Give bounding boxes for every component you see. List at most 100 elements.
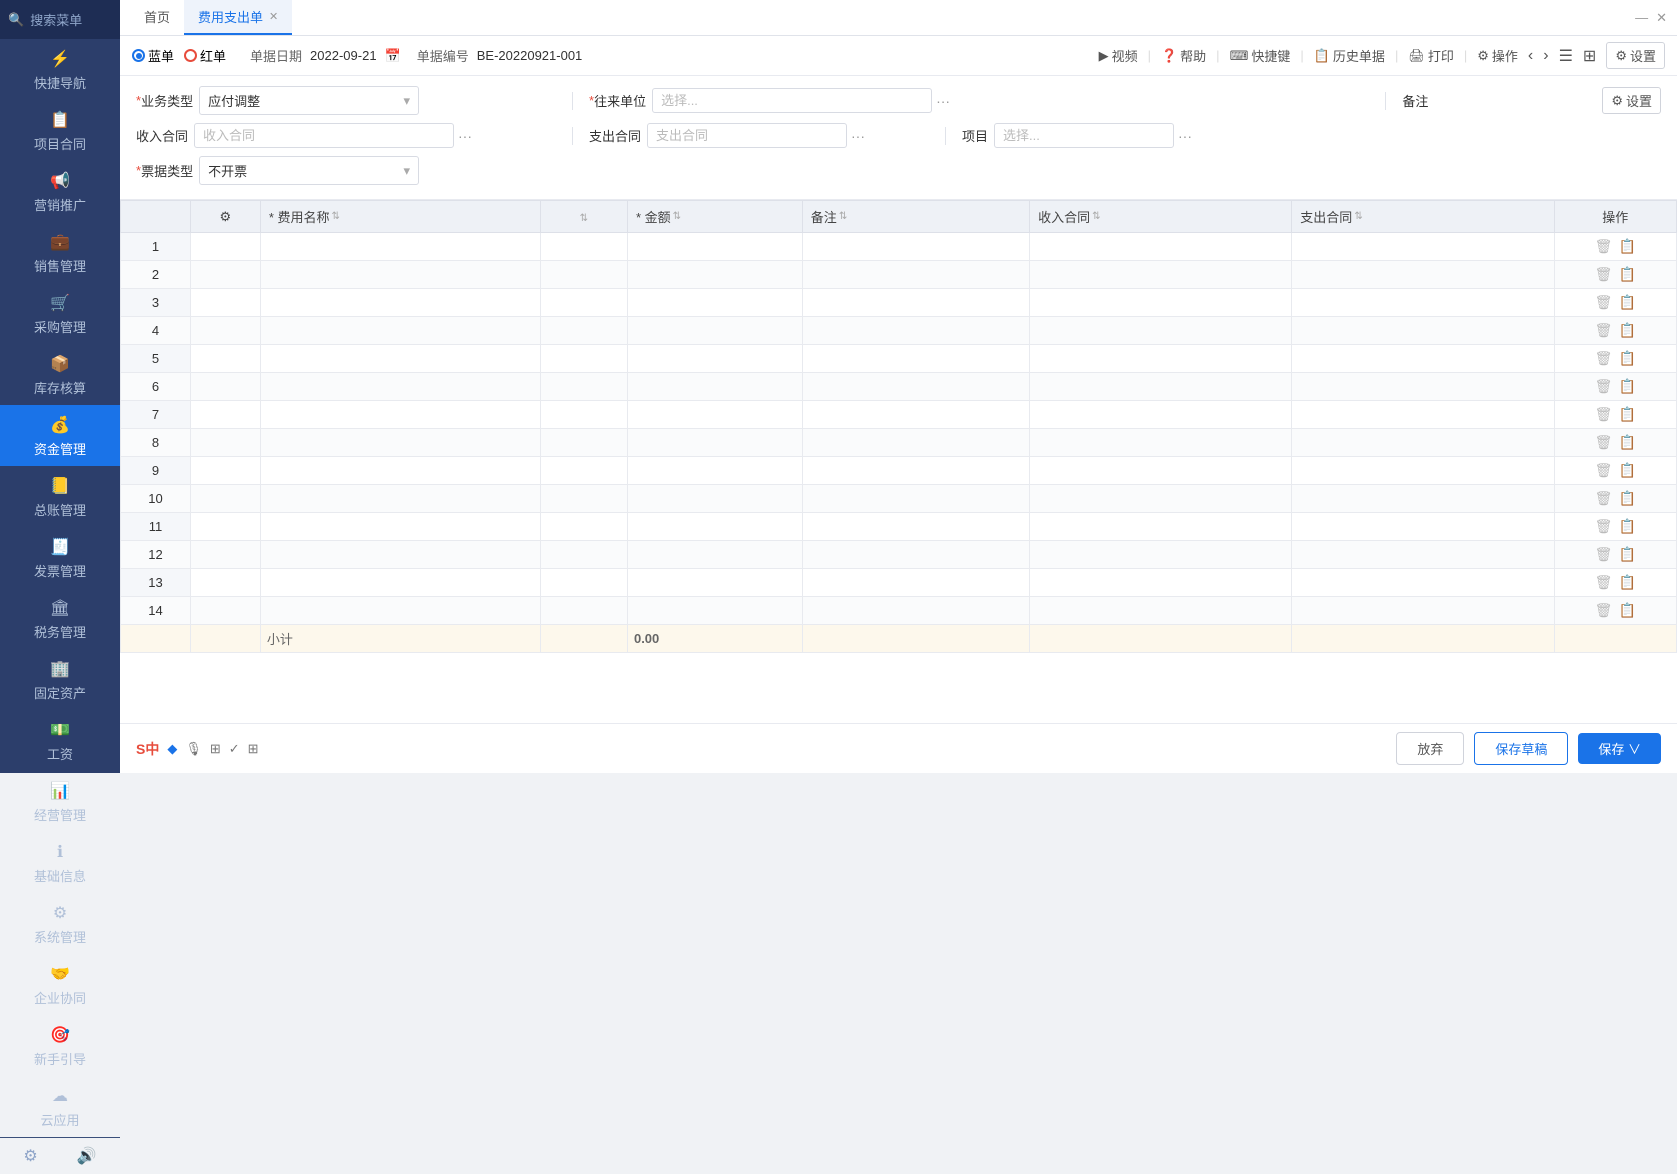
delete-icon[interactable]: 🗑 xyxy=(1595,378,1613,395)
sidebar-item-tax-mgmt[interactable]: 🏛 税务管理 xyxy=(0,588,120,649)
row-expense-contract[interactable] xyxy=(1292,429,1554,457)
sidebar-item-sales-mgmt[interactable]: 💼 销售管理 xyxy=(0,222,120,283)
sidebar-item-capital-mgmt[interactable]: 💰 资金管理 xyxy=(0,405,120,466)
copy-icon[interactable]: 📋 xyxy=(1618,406,1635,423)
set-button[interactable]: ⚙ 设置 xyxy=(1606,42,1665,69)
save-button[interactable]: 保存 ∨ xyxy=(1578,733,1661,764)
row-amount[interactable] xyxy=(627,289,802,317)
sort-col-icon[interactable]: ⇅ xyxy=(580,213,588,224)
row-remark[interactable] xyxy=(802,597,1029,625)
copy-icon[interactable]: 📋 xyxy=(1618,518,1635,535)
row-expense-contract[interactable] xyxy=(1292,457,1554,485)
row-expense-name[interactable] xyxy=(260,569,540,597)
discard-button[interactable]: 放弃 xyxy=(1396,732,1464,765)
date-value[interactable]: 2022-09-21 xyxy=(310,48,377,63)
sort-remark-icon[interactable]: ⇅ xyxy=(839,211,847,222)
row-amount[interactable] xyxy=(627,261,802,289)
th-setting[interactable]: ⚙ xyxy=(190,201,260,233)
delete-icon[interactable]: 🗑 xyxy=(1595,266,1613,283)
row-remark[interactable] xyxy=(802,233,1029,261)
copy-icon[interactable]: 📋 xyxy=(1618,350,1635,367)
tab-home[interactable]: 首页 xyxy=(130,0,184,35)
delete-icon[interactable]: 🗑 xyxy=(1595,602,1613,619)
delete-icon[interactable]: 🗑 xyxy=(1595,518,1613,535)
row-amount[interactable] xyxy=(627,345,802,373)
row-amount[interactable] xyxy=(627,541,802,569)
sidebar-item-inventory[interactable]: 📦 库存核算 xyxy=(0,344,120,405)
delete-icon[interactable]: 🗑 xyxy=(1595,322,1613,339)
row-income-contract[interactable] xyxy=(1030,513,1292,541)
expense-contract-more-btn[interactable]: ··· xyxy=(851,128,865,144)
counterpart-input[interactable] xyxy=(652,88,932,113)
blue-bill-radio[interactable]: 蓝单 xyxy=(132,46,174,65)
row-amount[interactable] xyxy=(627,429,802,457)
row-expense-name[interactable] xyxy=(260,401,540,429)
volume-icon[interactable]: 🔊 xyxy=(77,1146,97,1166)
row-income-contract[interactable] xyxy=(1030,401,1292,429)
row-income-contract[interactable] xyxy=(1030,597,1292,625)
row-remark[interactable] xyxy=(802,317,1029,345)
row-amount[interactable] xyxy=(627,485,802,513)
row-expense-contract[interactable] xyxy=(1292,317,1554,345)
row-income-contract[interactable] xyxy=(1030,261,1292,289)
sort-expense-name-icon[interactable]: ⇅ xyxy=(332,211,340,222)
sidebar-item-basic-info[interactable]: ℹ 基础信息 xyxy=(0,832,120,893)
copy-icon[interactable]: 📋 xyxy=(1618,602,1635,619)
delete-icon[interactable]: 🗑 xyxy=(1595,434,1613,451)
row-expense-contract[interactable] xyxy=(1292,373,1554,401)
sidebar-item-purchase-mgmt[interactable]: 🛒 采购管理 xyxy=(0,283,120,344)
invoice-type-select[interactable]: 不开票 ▾ xyxy=(199,156,419,185)
sort-income-icon[interactable]: ⇅ xyxy=(1092,211,1100,222)
sort-expense-icon[interactable]: ⇅ xyxy=(1354,211,1362,222)
row-expense-contract[interactable] xyxy=(1292,541,1554,569)
tab-expense-bill[interactable]: 费用支出单✕ xyxy=(184,0,292,35)
settings-icon[interactable]: ⚙ xyxy=(23,1146,37,1166)
row-income-contract[interactable] xyxy=(1030,289,1292,317)
row-expense-name[interactable] xyxy=(260,429,540,457)
tab-close-icon[interactable]: ✕ xyxy=(269,10,278,23)
biz-type-select[interactable]: 应付调整 ▾ xyxy=(199,86,419,115)
row-expense-name[interactable] xyxy=(260,541,540,569)
list-view-icon[interactable]: ☰ xyxy=(1559,46,1573,66)
delete-icon[interactable]: 🗑 xyxy=(1595,490,1613,507)
expense-contract-input[interactable] xyxy=(647,123,847,148)
copy-icon[interactable]: 📋 xyxy=(1618,266,1635,283)
row-amount[interactable] xyxy=(627,317,802,345)
row-expense-contract[interactable] xyxy=(1292,233,1554,261)
row-expense-name[interactable] xyxy=(260,513,540,541)
sidebar-search[interactable]: 🔍 搜索菜单 xyxy=(0,0,120,39)
sidebar-item-fixed-assets[interactable]: 🏢 固定资产 xyxy=(0,649,120,710)
row-income-contract[interactable] xyxy=(1030,345,1292,373)
row-expense-name[interactable] xyxy=(260,317,540,345)
copy-icon[interactable]: 📋 xyxy=(1618,574,1635,591)
row-expense-contract[interactable] xyxy=(1292,261,1554,289)
row-expense-contract[interactable] xyxy=(1292,401,1554,429)
copy-icon[interactable]: 📋 xyxy=(1618,294,1635,311)
row-remark[interactable] xyxy=(802,373,1029,401)
row-expense-contract[interactable] xyxy=(1292,289,1554,317)
row-remark[interactable] xyxy=(802,289,1029,317)
nav-prev[interactable]: ‹ xyxy=(1528,47,1533,65)
row-expense-contract[interactable] xyxy=(1292,345,1554,373)
row-expense-name[interactable] xyxy=(260,597,540,625)
sidebar-item-invoice-mgmt[interactable]: 🧾 发票管理 xyxy=(0,527,120,588)
row-amount[interactable] xyxy=(627,457,802,485)
row-expense-name[interactable] xyxy=(260,373,540,401)
delete-icon[interactable]: 🗑 xyxy=(1595,294,1613,311)
delete-icon[interactable]: 🗑 xyxy=(1595,462,1613,479)
check-icon[interactable]: ✓ xyxy=(229,741,240,757)
row-expense-name[interactable] xyxy=(260,261,540,289)
row-remark[interactable] xyxy=(802,485,1029,513)
delete-icon[interactable]: 🗑 xyxy=(1595,350,1613,367)
nav-next[interactable]: › xyxy=(1543,47,1548,65)
row-amount[interactable] xyxy=(627,597,802,625)
row-amount[interactable] xyxy=(627,373,802,401)
row-income-contract[interactable] xyxy=(1030,457,1292,485)
close-button[interactable]: ✕ xyxy=(1656,10,1667,26)
history-btn[interactable]: 📋 历史单据 xyxy=(1314,46,1385,65)
row-income-contract[interactable] xyxy=(1030,541,1292,569)
copy-icon[interactable]: 📋 xyxy=(1618,490,1635,507)
grid-icon[interactable]: ⊞ xyxy=(248,741,259,757)
income-contract-more-btn[interactable]: ··· xyxy=(458,128,472,144)
row-expense-contract[interactable] xyxy=(1292,597,1554,625)
